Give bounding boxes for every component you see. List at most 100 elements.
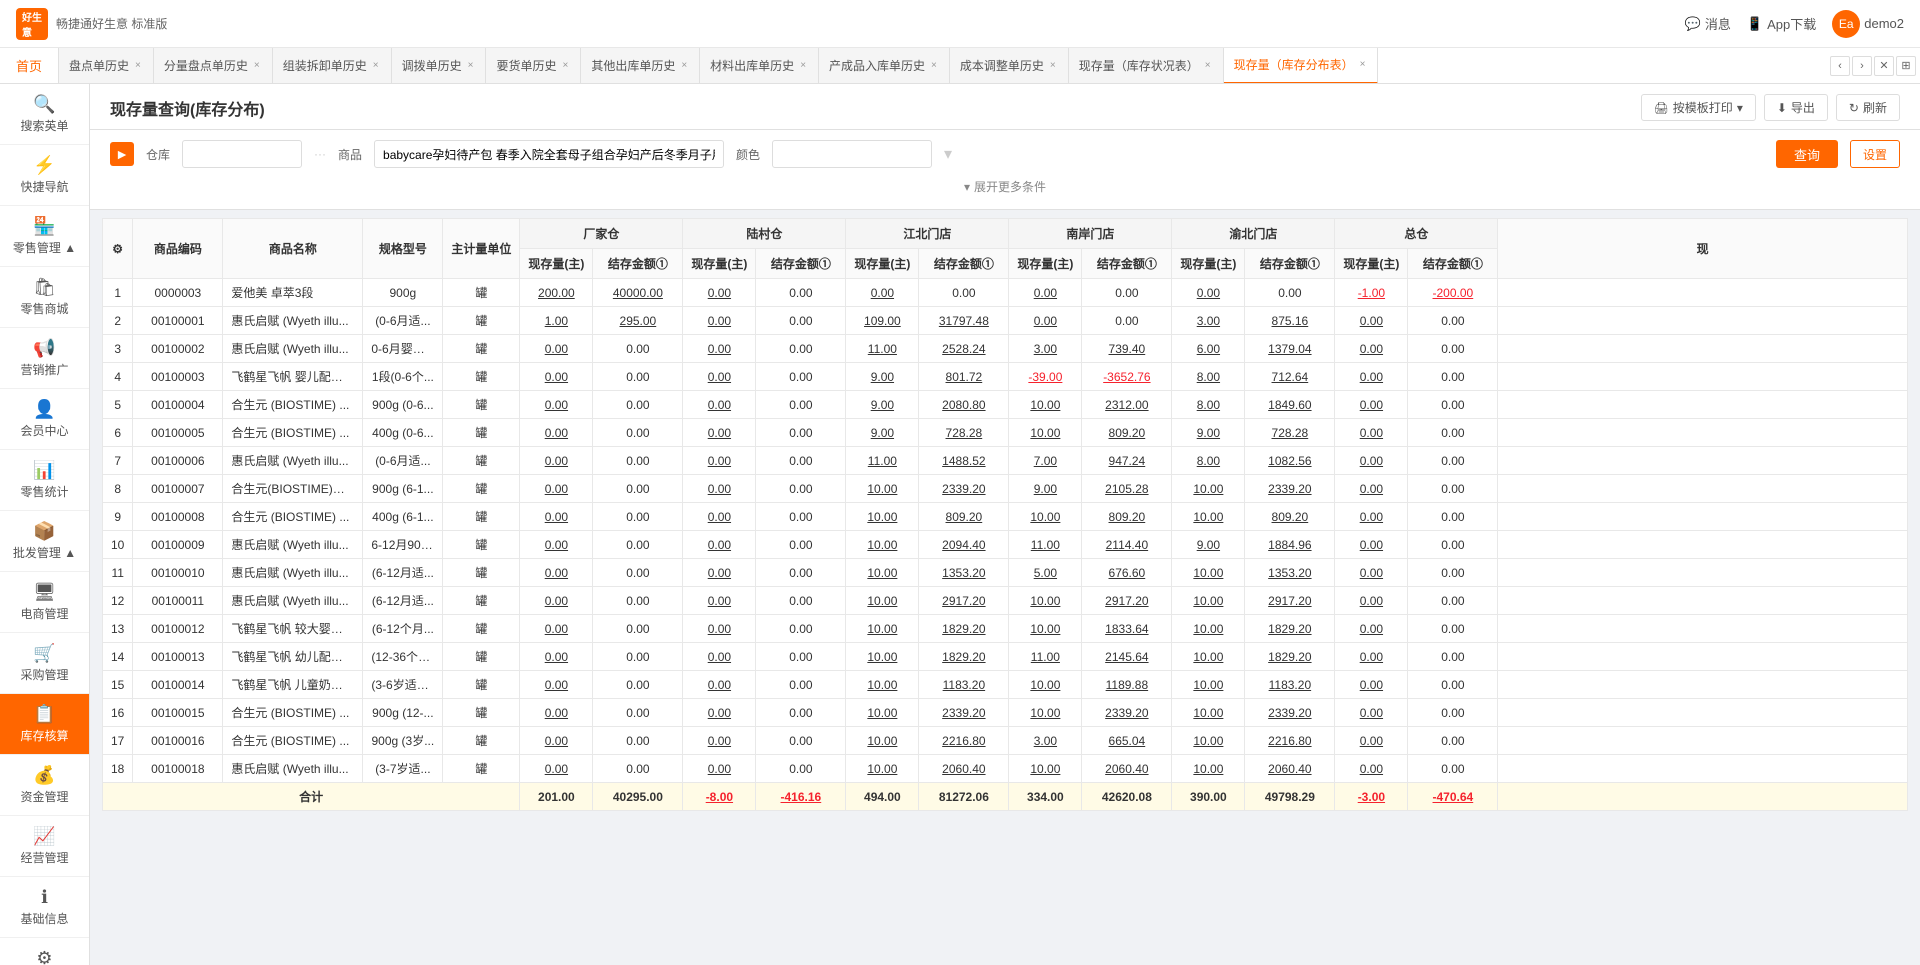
row-amt-4[interactable]: 2060.40: [1245, 755, 1335, 783]
row-qty-3[interactable]: 3.00: [1009, 335, 1082, 363]
row-qty-0[interactable]: 0.00: [520, 447, 593, 475]
row-amt-5[interactable]: 0.00: [1408, 587, 1498, 615]
row-qty-1[interactable]: 0.00: [683, 699, 756, 727]
row-qty-4[interactable]: 10.00: [1172, 475, 1245, 503]
row-qty-1[interactable]: 0.00: [683, 727, 756, 755]
row-qty-0[interactable]: 200.00: [520, 279, 593, 307]
setting-btn[interactable]: 设置: [1850, 140, 1900, 168]
row-qty-4[interactable]: 8.00: [1172, 391, 1245, 419]
row-qty-0[interactable]: 0.00: [520, 615, 593, 643]
row-qty-5[interactable]: 0.00: [1335, 671, 1408, 699]
row-amt-4[interactable]: 2917.20: [1245, 587, 1335, 615]
row-qty-1[interactable]: 0.00: [683, 447, 756, 475]
row-amt-0[interactable]: 40000.00: [593, 279, 683, 307]
row-qty-4[interactable]: 10.00: [1172, 503, 1245, 531]
row-amt-5[interactable]: 0.00: [1408, 559, 1498, 587]
row-qty-0[interactable]: 0.00: [520, 391, 593, 419]
row-amt-2[interactable]: 1488.52: [919, 447, 1009, 475]
row-qty-3[interactable]: 10.00: [1009, 503, 1082, 531]
row-qty-2[interactable]: 9.00: [846, 391, 919, 419]
row-amt-5[interactable]: 0.00: [1408, 699, 1498, 727]
row-amt-1[interactable]: 0.00: [756, 363, 846, 391]
row-amt-0[interactable]: 0.00: [593, 447, 683, 475]
row-qty-0[interactable]: 0.00: [520, 643, 593, 671]
row-amt-4[interactable]: 1353.20: [1245, 559, 1335, 587]
row-amt-0[interactable]: 0.00: [593, 335, 683, 363]
tab-next-btn[interactable]: ›: [1852, 56, 1872, 76]
row-qty-4[interactable]: 10.00: [1172, 559, 1245, 587]
row-amt-0[interactable]: 0.00: [593, 587, 683, 615]
tab-material_out[interactable]: 材料出库单历史×: [700, 48, 819, 84]
row-qty-0[interactable]: 0.00: [520, 755, 593, 783]
row-qty-5[interactable]: 0.00: [1335, 475, 1408, 503]
row-amt-0[interactable]: 0.00: [593, 391, 683, 419]
row-qty-3[interactable]: 0.00: [1009, 279, 1082, 307]
tab-close-material_out[interactable]: ×: [798, 59, 808, 72]
tab-close-combo[interactable]: ×: [371, 59, 381, 72]
product-input[interactable]: [374, 140, 724, 168]
row-qty-0[interactable]: 0.00: [520, 699, 593, 727]
app-download-btn[interactable]: 📱 App下载: [1747, 14, 1816, 33]
row-amt-5[interactable]: 0.00: [1408, 335, 1498, 363]
row-qty-3[interactable]: 11.00: [1009, 531, 1082, 559]
row-qty-1[interactable]: 0.00: [683, 419, 756, 447]
row-amt-4[interactable]: 1082.56: [1245, 447, 1335, 475]
row-amt-5[interactable]: -200.00: [1408, 279, 1498, 307]
row-amt-0[interactable]: 0.00: [593, 475, 683, 503]
row-qty-5[interactable]: 0.00: [1335, 559, 1408, 587]
sidebar-item-retail-mgmt[interactable]: 🏪零售管理 ▲: [0, 206, 89, 267]
row-amt-1[interactable]: 0.00: [756, 447, 846, 475]
row-amt-1[interactable]: 0.00: [756, 531, 846, 559]
row-qty-2[interactable]: 9.00: [846, 419, 919, 447]
row-qty-0[interactable]: 0.00: [520, 727, 593, 755]
row-amt-0[interactable]: 0.00: [593, 503, 683, 531]
row-amt-2[interactable]: 2917.20: [919, 587, 1009, 615]
tab-stock_dist[interactable]: 现存量（库存分布表）×: [1224, 48, 1379, 84]
row-qty-1[interactable]: 0.00: [683, 559, 756, 587]
col-settings-header[interactable]: ⚙: [103, 219, 133, 279]
tab-more-btn[interactable]: ⊞: [1896, 56, 1916, 76]
row-amt-3[interactable]: 2114.40: [1082, 531, 1172, 559]
row-qty-5[interactable]: 0.00: [1335, 587, 1408, 615]
row-qty-1[interactable]: 0.00: [683, 615, 756, 643]
row-amt-3[interactable]: 2917.20: [1082, 587, 1172, 615]
row-qty-2[interactable]: 10.00: [846, 559, 919, 587]
row-qty-2[interactable]: 10.00: [846, 727, 919, 755]
tab-transfer[interactable]: 调拨单历史×: [392, 48, 487, 84]
row-qty-4[interactable]: 10.00: [1172, 587, 1245, 615]
row-qty-2[interactable]: 10.00: [846, 503, 919, 531]
row-amt-5[interactable]: 0.00: [1408, 447, 1498, 475]
row-qty-5[interactable]: 0.00: [1335, 307, 1408, 335]
warehouse-input[interactable]: [182, 140, 302, 168]
row-amt-1[interactable]: 0.00: [756, 419, 846, 447]
row-amt-4[interactable]: 0.00: [1245, 279, 1335, 307]
print-btn[interactable]: 🖨 按模板打印 ▾: [1641, 94, 1756, 121]
row-amt-5[interactable]: 0.00: [1408, 391, 1498, 419]
row-qty-5[interactable]: 0.00: [1335, 727, 1408, 755]
row-qty-3[interactable]: 10.00: [1009, 419, 1082, 447]
row-amt-4[interactable]: 2339.20: [1245, 475, 1335, 503]
row-qty-5[interactable]: 0.00: [1335, 503, 1408, 531]
tab-close-stock_dist[interactable]: ×: [1358, 58, 1368, 71]
row-qty-3[interactable]: 10.00: [1009, 699, 1082, 727]
row-qty-1[interactable]: 0.00: [683, 671, 756, 699]
tab-product_in[interactable]: 产成品入库单历史×: [819, 48, 950, 84]
row-amt-3[interactable]: 0.00: [1082, 279, 1172, 307]
row-qty-4[interactable]: 9.00: [1172, 419, 1245, 447]
row-amt-0[interactable]: 0.00: [593, 755, 683, 783]
row-qty-1[interactable]: 0.00: [683, 643, 756, 671]
row-qty-4[interactable]: 10.00: [1172, 727, 1245, 755]
row-amt-5[interactable]: 0.00: [1408, 419, 1498, 447]
row-qty-2[interactable]: 10.00: [846, 755, 919, 783]
tab-close-cost_adjust[interactable]: ×: [1048, 59, 1058, 72]
tab-close-requisition[interactable]: ×: [560, 59, 570, 72]
sidebar-item-search-hero[interactable]: 🔍搜索英单: [0, 84, 89, 145]
sidebar-item-retail-stat[interactable]: 📊零售统计: [0, 450, 89, 511]
row-amt-5[interactable]: 0.00: [1408, 615, 1498, 643]
row-qty-0[interactable]: 0.00: [520, 503, 593, 531]
tab-close-inventory_count[interactable]: ×: [133, 59, 143, 72]
sidebar-item-finance[interactable]: 💰资金管理: [0, 755, 89, 816]
row-qty-3[interactable]: 7.00: [1009, 447, 1082, 475]
row-amt-2[interactable]: 2094.40: [919, 531, 1009, 559]
expand-conditions-row[interactable]: ▾ 展开更多条件: [110, 174, 1900, 199]
